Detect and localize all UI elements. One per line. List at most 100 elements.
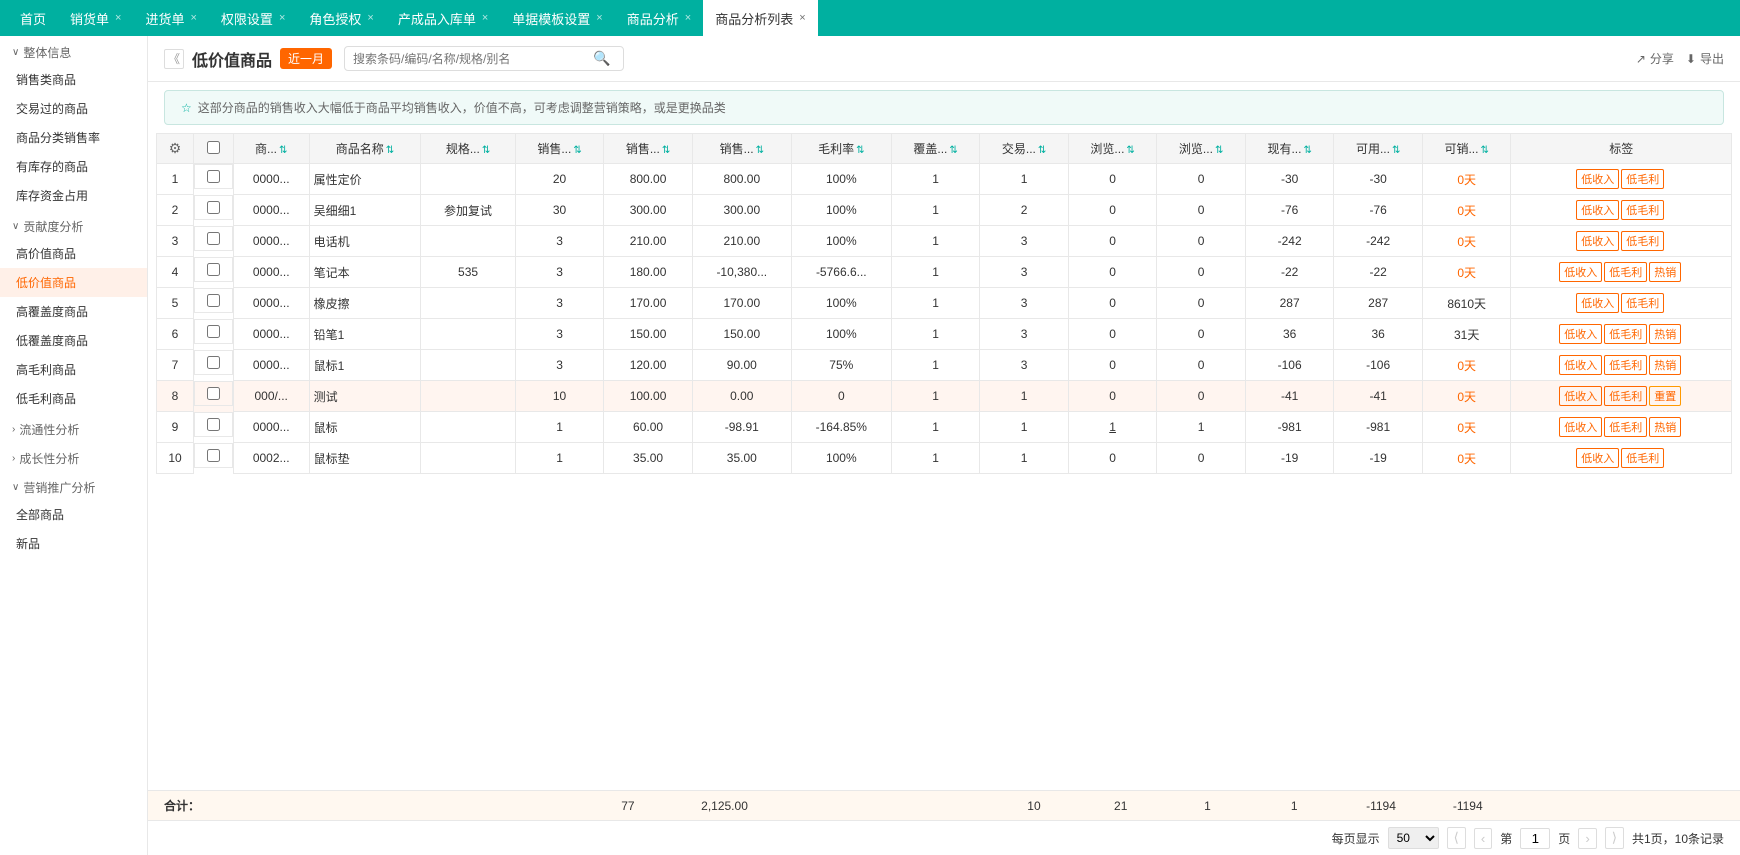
page-number-input[interactable] bbox=[1520, 828, 1550, 849]
cell-checkbox[interactable] bbox=[194, 443, 233, 468]
row-checkbox[interactable] bbox=[207, 387, 220, 400]
nav-close-template[interactable]: × bbox=[596, 12, 602, 24]
col-current-stock[interactable]: 现有...⇅ bbox=[1245, 134, 1334, 164]
cell-sale-avg: 90.00 bbox=[692, 350, 791, 381]
sidebar-item-low-coverage[interactable]: 低覆盖度商品 bbox=[0, 326, 147, 355]
sidebar-item-category-rate[interactable]: 商品分类销售率 bbox=[0, 123, 147, 152]
nav-home[interactable]: 首页 bbox=[8, 0, 58, 36]
share-button[interactable]: ↗ 分享 bbox=[1636, 50, 1674, 67]
row-checkbox[interactable] bbox=[207, 418, 220, 431]
sidebar-item-sales-goods[interactable]: 销售类商品 bbox=[0, 65, 147, 94]
row-checkbox[interactable] bbox=[207, 263, 220, 276]
cell-checkbox[interactable] bbox=[194, 319, 233, 344]
sidebar-item-low-margin[interactable]: 低毛利商品 bbox=[0, 384, 147, 413]
sidebar-group-circulation[interactable]: › 流通性分析 bbox=[0, 413, 147, 442]
cell-checkbox[interactable] bbox=[194, 381, 233, 406]
col-coverage[interactable]: 覆盖...⇅ bbox=[891, 134, 980, 164]
col-gross-rate[interactable]: 毛利率⇅ bbox=[791, 134, 891, 164]
sidebar-item-high-margin[interactable]: 高毛利商品 bbox=[0, 355, 147, 384]
footer-values: 77 2,125.00 10 21 1 1 -1194 -1194 bbox=[216, 799, 1724, 813]
col-browse2[interactable]: 浏览...⇅ bbox=[1157, 134, 1246, 164]
nav-product-stock[interactable]: 产成品入库单 × bbox=[386, 0, 500, 36]
row-checkbox[interactable] bbox=[207, 232, 220, 245]
cell-checkbox[interactable] bbox=[194, 412, 233, 437]
nav-close-permission[interactable]: × bbox=[279, 12, 285, 24]
next-page-button[interactable]: › bbox=[1578, 828, 1596, 849]
col-name[interactable]: 商品名称⇅ bbox=[309, 134, 421, 164]
search-icon[interactable]: 🔍 bbox=[593, 50, 610, 67]
row-checkbox[interactable] bbox=[207, 170, 220, 183]
row-checkbox[interactable] bbox=[207, 356, 220, 369]
col-spec[interactable]: 规格...⇅ bbox=[421, 134, 516, 164]
col-code[interactable]: 商...⇅ bbox=[233, 134, 309, 164]
browse-link[interactable]: 1 bbox=[1109, 420, 1116, 434]
prev-page-button[interactable]: ‹ bbox=[1474, 828, 1492, 849]
sidebar-group-growth[interactable]: › 成长性分析 bbox=[0, 442, 147, 471]
last-page-button[interactable]: ⟩ bbox=[1605, 827, 1624, 849]
sidebar-item-new-goods[interactable]: 新品 bbox=[0, 529, 147, 558]
col-sellable[interactable]: 可销...⇅ bbox=[1422, 134, 1511, 164]
cell-sale-qty: 1 bbox=[515, 443, 604, 474]
col-sale-qty[interactable]: 销售...⇅ bbox=[515, 134, 604, 164]
row-checkbox[interactable] bbox=[207, 449, 220, 462]
cell-sellable: 0天 bbox=[1422, 381, 1511, 412]
cell-tags: 低收入低毛利 bbox=[1511, 288, 1732, 319]
row-checkbox[interactable] bbox=[207, 294, 220, 307]
sidebar-item-low-value[interactable]: 低价值商品 bbox=[0, 268, 147, 297]
gear-icon[interactable]: ⚙ bbox=[169, 140, 182, 156]
nav-product-analysis-list[interactable]: 商品分析列表 × bbox=[703, 0, 817, 36]
cell-trade: 3 bbox=[980, 350, 1069, 381]
cell-gross-rate: 100% bbox=[791, 319, 891, 350]
sidebar-item-high-coverage[interactable]: 高覆盖度商品 bbox=[0, 297, 147, 326]
nav-template[interactable]: 单据模板设置 × bbox=[500, 0, 614, 36]
nav-permission[interactable]: 权限设置 × bbox=[209, 0, 297, 36]
sidebar-item-traded-goods[interactable]: 交易过的商品 bbox=[0, 94, 147, 123]
nav-close-purchase-order[interactable]: × bbox=[190, 12, 196, 24]
nav-product-analysis[interactable]: 商品分析 × bbox=[615, 0, 703, 36]
collapse-sidebar-button[interactable]: 《 bbox=[164, 49, 184, 69]
export-button[interactable]: ⬇ 导出 bbox=[1686, 50, 1724, 67]
nav-purchase-order[interactable]: 进货单 × bbox=[133, 0, 208, 36]
period-button[interactable]: 近一月 bbox=[280, 48, 332, 69]
col-trade[interactable]: 交易...⇅ bbox=[980, 134, 1069, 164]
sidebar-group-contribution[interactable]: ∨ 贡献度分析 bbox=[0, 210, 147, 239]
col-available-stock[interactable]: 可用...⇅ bbox=[1334, 134, 1423, 164]
cell-checkbox[interactable] bbox=[194, 195, 233, 220]
cell-sale-amount: 800.00 bbox=[604, 164, 693, 195]
nav-close-product-stock[interactable]: × bbox=[482, 12, 488, 24]
cell-checkbox[interactable] bbox=[194, 164, 233, 189]
nav-close-product-analysis-list[interactable]: × bbox=[799, 12, 805, 24]
nav-role-auth[interactable]: 角色授权 × bbox=[297, 0, 385, 36]
cell-sale-avg: -98.91 bbox=[692, 412, 791, 443]
first-page-button[interactable]: ⟨ bbox=[1447, 827, 1466, 849]
col-browse1[interactable]: 浏览...⇅ bbox=[1068, 134, 1157, 164]
per-page-label: 每页显示 bbox=[1332, 830, 1380, 847]
nav-sales-order[interactable]: 销货单 × bbox=[58, 0, 133, 36]
cell-checkbox[interactable] bbox=[194, 288, 233, 313]
sidebar-group-marketing[interactable]: ∨ 营销推广分析 bbox=[0, 471, 147, 500]
cell-browse1: 0 bbox=[1068, 381, 1157, 412]
tag-badge: 低收入 bbox=[1576, 231, 1619, 251]
cell-checkbox[interactable] bbox=[194, 257, 233, 282]
col-sale-avg[interactable]: 销售...⇅ bbox=[692, 134, 791, 164]
nav-close-sales-order[interactable]: × bbox=[115, 12, 121, 24]
cell-available-stock: -242 bbox=[1334, 226, 1423, 257]
sidebar-item-high-value[interactable]: 高价值商品 bbox=[0, 239, 147, 268]
sidebar-item-stock-fund[interactable]: 库存资金占用 bbox=[0, 181, 147, 210]
sidebar-group-overall[interactable]: ∨ 整体信息 bbox=[0, 36, 147, 65]
select-all-checkbox[interactable] bbox=[207, 141, 220, 154]
nav-close-role-auth[interactable]: × bbox=[367, 12, 373, 24]
search-input[interactable] bbox=[353, 52, 593, 66]
sidebar-item-stock-goods[interactable]: 有库存的商品 bbox=[0, 152, 147, 181]
cell-checkbox[interactable] bbox=[194, 226, 233, 251]
col-sale-amount[interactable]: 销售...⇅ bbox=[604, 134, 693, 164]
cell-checkbox[interactable] bbox=[194, 350, 233, 375]
per-page-select[interactable]: 50 100 200 bbox=[1388, 827, 1439, 849]
row-checkbox[interactable] bbox=[207, 201, 220, 214]
cell-trade: 1 bbox=[980, 412, 1069, 443]
row-checkbox[interactable] bbox=[207, 325, 220, 338]
nav-close-product-analysis[interactable]: × bbox=[685, 12, 691, 24]
col-gear[interactable]: ⚙ bbox=[157, 134, 194, 164]
cell-spec bbox=[421, 288, 516, 319]
sidebar-item-all-goods[interactable]: 全部商品 bbox=[0, 500, 147, 529]
